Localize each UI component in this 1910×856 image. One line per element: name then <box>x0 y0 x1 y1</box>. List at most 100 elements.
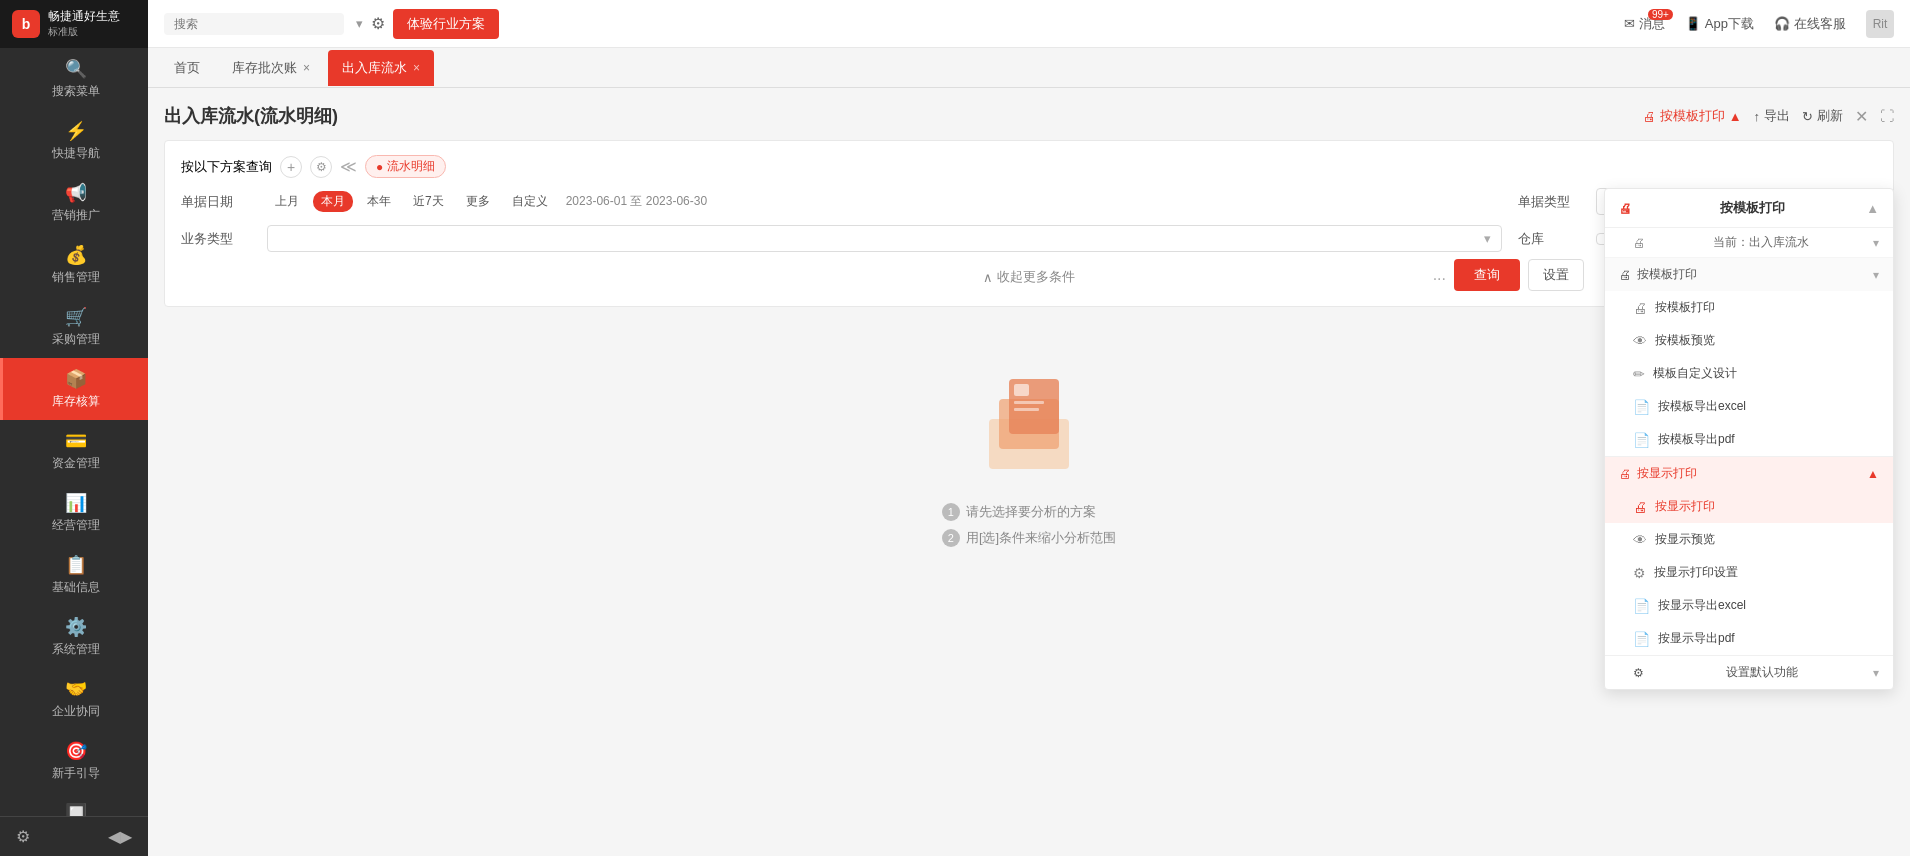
tab-flow-label: 出入库流水 <box>342 59 407 77</box>
expand-btn[interactable]: ⛶ <box>1880 108 1894 124</box>
dropdown-item-display-settings[interactable]: ⚙ 按显示打印设置 <box>1605 556 1893 589</box>
sidebar-item-guide[interactable]: 🎯 新手引导 <box>0 730 148 792</box>
search-chevron-icon[interactable]: ▾ <box>356 16 363 31</box>
filter-collapse-arrow[interactable]: ≪ <box>340 157 357 176</box>
filter-label: 按以下方案查询 <box>181 158 272 176</box>
svg-rect-5 <box>1014 408 1039 411</box>
print-template-btn[interactable]: 🖨 按模板打印 ▲ <box>1643 107 1742 125</box>
topbar-gear-icon[interactable]: ⚙ <box>371 14 385 33</box>
dropdown-item-display-pdf[interactable]: 📄 按显示导出pdf <box>1605 622 1893 655</box>
sidebar-item-basic[interactable]: 📋 基础信息 <box>0 544 148 606</box>
biz-select-arrow-icon: ▾ <box>1484 231 1491 246</box>
dropdown-footer[interactable]: ⚙ 设置默认功能 ▾ <box>1605 656 1893 689</box>
sidebar-item-sales[interactable]: 💰 销售管理 <box>0 234 148 296</box>
sidebar-collapse-icon[interactable]: ◀▶ <box>108 827 132 846</box>
print-template-label: 按模板打印 <box>1660 107 1725 125</box>
filter-add-btn[interactable]: + <box>280 156 302 178</box>
sidebar-item-purchase[interactable]: 🛒 采购管理 <box>0 296 148 358</box>
sidebar-item-finance[interactable]: 💳 资金管理 <box>0 420 148 482</box>
empty-step-1-text: 请先选择要分析的方案 <box>966 499 1096 525</box>
sidebar-nav: 🔍 搜索菜单 ⚡ 快捷导航 📢 营销推广 💰 销售管理 🛒 采购管理 📦 库存核… <box>0 48 148 816</box>
dropdown-item-template-excel[interactable]: 📄 按模板导出excel <box>1605 390 1893 423</box>
date-btn-custom[interactable]: 自定义 <box>504 191 556 212</box>
online-service-btn[interactable]: 🎧 在线客服 <box>1774 15 1846 33</box>
date-btn-7days[interactable]: 近7天 <box>405 191 452 212</box>
topbar-search-box[interactable] <box>164 13 344 35</box>
logo-icon: b <box>12 10 40 38</box>
dropdown-printer-icon: 🖨 <box>1619 201 1632 216</box>
sales-icon: 💰 <box>65 244 87 266</box>
empty-illustration <box>969 359 1089 479</box>
search-input[interactable] <box>174 17 334 31</box>
sidebar-item-operation[interactable]: 📊 经营管理 <box>0 482 148 544</box>
user-avatar[interactable]: Rit <box>1866 10 1894 38</box>
tab-flow-close-icon[interactable]: × <box>413 61 420 75</box>
sidebar-item-app[interactable]: 🔲 应用中心 <box>0 792 148 816</box>
close-panel-btn[interactable]: ✕ <box>1855 107 1868 126</box>
item-display-excel-icon: 📄 <box>1633 598 1650 614</box>
date-btn-thisyear[interactable]: 本年 <box>359 191 399 212</box>
sidebar-bottom: ⚙ ◀▶ <box>0 816 148 856</box>
dropdown-item-template-print[interactable]: 🖨 按模板打印 <box>1605 291 1893 324</box>
dropdown-title: 按模板打印 <box>1720 199 1785 217</box>
sidebar-label-purchase: 采购管理 <box>52 331 100 348</box>
dropdown-item-display-excel[interactable]: 📄 按显示导出excel <box>1605 589 1893 622</box>
more-actions-btn[interactable]: ... <box>1433 259 1446 291</box>
sidebar: b 畅捷通好生意 标准版 🔍 搜索菜单 ⚡ 快捷导航 📢 营销推广 💰 销售管理… <box>0 0 148 856</box>
app-download-btn[interactable]: 📱 App下载 <box>1685 15 1754 33</box>
tab-home[interactable]: 首页 <box>160 50 214 86</box>
date-btn-lastmonth[interactable]: 上月 <box>267 191 307 212</box>
export-btn[interactable]: ↑ 导出 <box>1754 107 1791 125</box>
template-section-icon: 🖨 <box>1619 268 1631 282</box>
item-display-preview-icon: 👁 <box>1633 532 1647 548</box>
date-btn-thismonth[interactable]: 本月 <box>313 191 353 212</box>
footer-settings-icon: ⚙ <box>1633 666 1644 680</box>
tab-batch[interactable]: 库存批次账 × <box>218 50 324 86</box>
template-section-arrow-icon: ▾ <box>1873 268 1879 282</box>
template-section-header[interactable]: 🖨 按模板打印 ▾ <box>1605 258 1893 291</box>
sidebar-item-search[interactable]: 🔍 搜索菜单 <box>0 48 148 110</box>
tab-flow[interactable]: 出入库流水 × <box>328 50 434 86</box>
dropdown-item-template-pdf[interactable]: 📄 按模板导出pdf <box>1605 423 1893 456</box>
sidebar-label-guide: 新手引导 <box>52 765 100 782</box>
dropdown-item-template-preview[interactable]: 👁 按模板预览 <box>1605 324 1893 357</box>
sidebar-label-marketing: 营销推广 <box>52 207 100 224</box>
biz-select[interactable]: ▾ <box>267 225 1502 252</box>
message-icon: ✉ <box>1624 16 1635 31</box>
filter-top-row: 按以下方案查询 + ⚙ ≪ ● 流水明细 <box>181 155 1877 178</box>
tab-batch-close-icon[interactable]: × <box>303 61 310 75</box>
sidebar-item-marketing[interactable]: 📢 营销推广 <box>0 172 148 234</box>
sidebar-item-inventory[interactable]: 📦 库存核算 <box>0 358 148 420</box>
date-btn-more[interactable]: 更多 <box>458 191 498 212</box>
current-arrow-icon[interactable]: ▾ <box>1873 236 1879 250</box>
sidebar-label-operation: 经营管理 <box>52 517 100 534</box>
app-download-label: App下载 <box>1705 15 1754 33</box>
dropdown-item-template-customize[interactable]: ✏ 模板自定义设计 <box>1605 357 1893 390</box>
sidebar-item-quicknav[interactable]: ⚡ 快捷导航 <box>0 110 148 172</box>
footer-arrow-icon: ▾ <box>1873 666 1879 680</box>
inventory-icon: 📦 <box>65 368 87 390</box>
app-edition: 标准版 <box>48 25 120 39</box>
refresh-btn[interactable]: ↻ 刷新 <box>1802 107 1843 125</box>
date-range-text: 2023-06-01 至 2023-06-30 <box>566 193 707 210</box>
sidebar-label-inventory: 库存核算 <box>52 393 100 410</box>
dropdown-item-display-print[interactable]: 🖨 按显示打印 <box>1605 490 1893 523</box>
display-section-header[interactable]: 🖨 按显示打印 ▲ <box>1605 457 1893 490</box>
sidebar-item-system[interactable]: ⚙️ 系统管理 <box>0 606 148 668</box>
dropdown-header: 🖨 按模板打印 ▲ <box>1605 189 1893 228</box>
item-template-preview-label: 按模板预览 <box>1655 332 1715 349</box>
filter-settings-btn[interactable]: ⚙ <box>310 156 332 178</box>
sidebar-item-collab[interactable]: 🤝 企业协同 <box>0 668 148 730</box>
empty-text: 1 请先选择要分析的方案 2 用[选]条件来缩小分析范围 <box>942 499 1116 551</box>
settings-btn[interactable]: 设置 <box>1528 259 1584 291</box>
filter-tag-item[interactable]: ● 流水明细 <box>365 155 446 178</box>
message-btn[interactable]: ✉ 消息 99+ <box>1624 15 1665 33</box>
query-btn[interactable]: 查询 <box>1454 259 1520 291</box>
online-service-label: 在线客服 <box>1794 15 1846 33</box>
industry-btn[interactable]: 体验行业方案 <box>393 9 499 39</box>
sidebar-settings-icon[interactable]: ⚙ <box>16 827 30 846</box>
sidebar-label-basic: 基础信息 <box>52 579 100 596</box>
refresh-label: 刷新 <box>1817 107 1843 125</box>
dropdown-collapse-icon[interactable]: ▲ <box>1866 201 1879 216</box>
dropdown-item-display-preview[interactable]: 👁 按显示预览 <box>1605 523 1893 556</box>
